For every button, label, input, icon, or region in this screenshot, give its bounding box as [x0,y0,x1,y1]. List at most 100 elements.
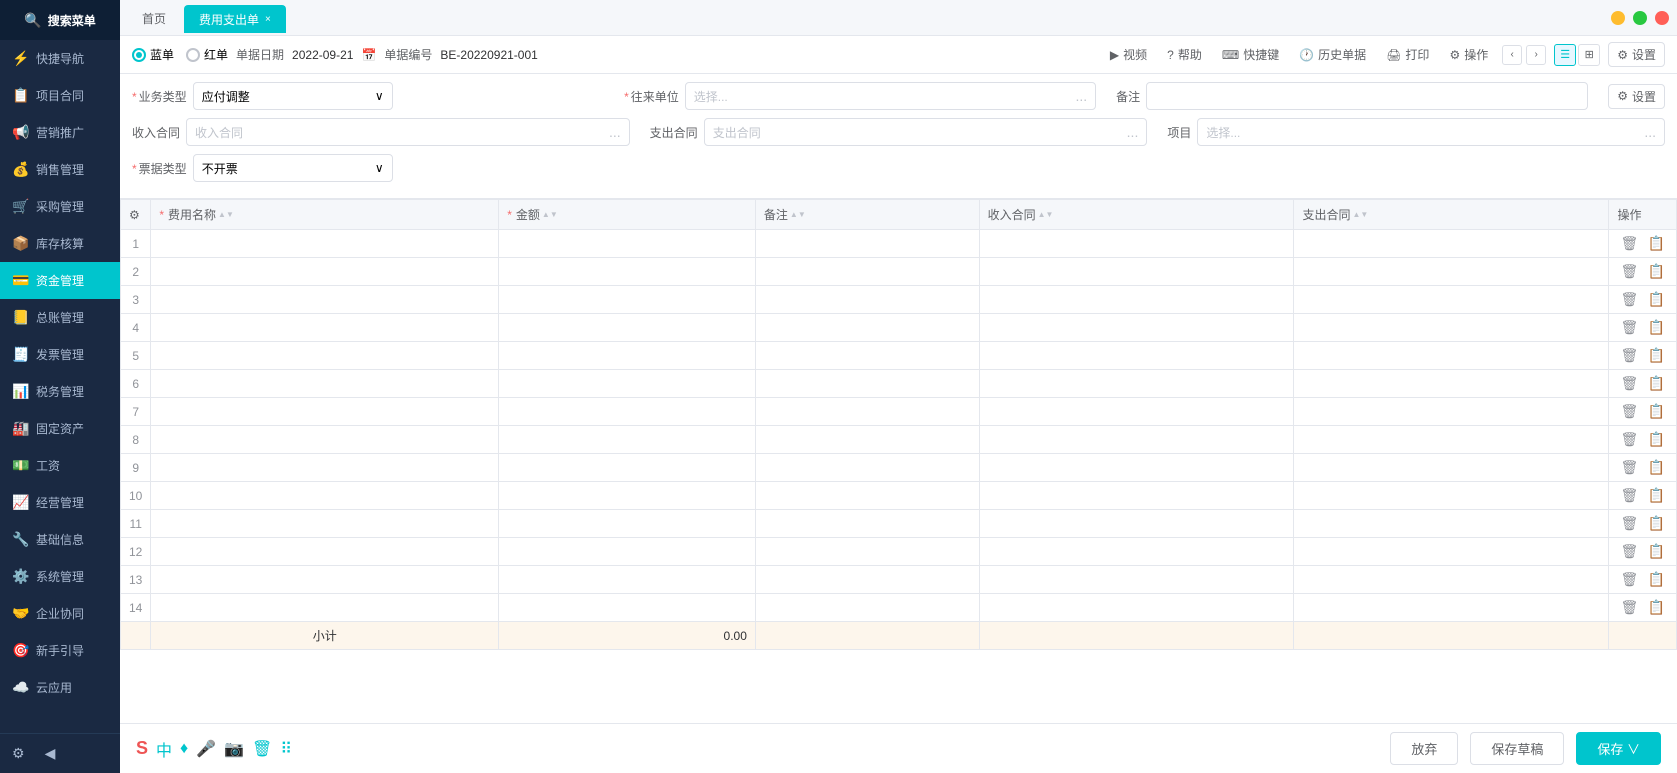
row-expense-name[interactable] [151,566,499,594]
row-expense-contract[interactable] [1294,594,1609,622]
row-expense-name[interactable] [151,258,499,286]
row-copy-icon[interactable]: 📋 [1648,459,1665,475]
row-copy-icon[interactable]: 📋 [1648,235,1665,251]
row-income-contract[interactable] [979,566,1294,594]
row-delete-icon[interactable]: 🗑 [1620,403,1638,419]
row-copy-icon[interactable]: 📋 [1648,543,1665,559]
row-notes[interactable] [755,370,979,398]
row-income-contract[interactable] [979,510,1294,538]
row-income-contract[interactable] [979,482,1294,510]
row-amount[interactable] [499,566,756,594]
action-operate[interactable]: ⚙ 操作 [1443,44,1494,65]
sidebar-item-base-info[interactable]: 🔧 基础信息 [0,521,120,558]
row-expense-contract[interactable] [1294,398,1609,426]
row-income-contract[interactable] [979,426,1294,454]
row-expense-contract[interactable] [1294,258,1609,286]
sidebar-item-corp-coop[interactable]: 🤝 企业协同 [0,595,120,632]
row-amount[interactable] [499,314,756,342]
business-type-select[interactable]: 应付调整 ∨ [193,82,393,110]
row-income-contract[interactable] [979,314,1294,342]
radio-red-bill[interactable]: 红单 [186,46,228,63]
row-expense-name[interactable] [151,230,499,258]
project-input[interactable]: 选择... ... [1197,118,1665,146]
row-copy-icon[interactable]: 📋 [1648,487,1665,503]
maximize-button[interactable]: □ [1633,11,1647,25]
row-amount[interactable] [499,398,756,426]
sidebar-item-tax[interactable]: 📊 税务管理 [0,373,120,410]
save-button[interactable]: 保存 ∨ [1576,732,1661,765]
row-delete-icon[interactable]: 🗑 [1620,543,1638,559]
sidebar-item-salary[interactable]: 💵 工资 [0,447,120,484]
th-expense-name[interactable]: * 费用名称 ▲▼ [151,200,499,230]
row-expense-contract[interactable] [1294,370,1609,398]
row-income-contract[interactable] [979,286,1294,314]
row-expense-contract[interactable] [1294,286,1609,314]
row-expense-name[interactable] [151,398,499,426]
row-delete-icon[interactable]: 🗑 [1620,431,1638,447]
row-income-contract[interactable] [979,230,1294,258]
row-amount[interactable] [499,370,756,398]
row-delete-icon[interactable]: 🗑 [1620,599,1638,615]
row-income-contract[interactable] [979,370,1294,398]
sidebar-item-invoice[interactable]: 🧾 发票管理 [0,336,120,373]
save-draft-button[interactable]: 保存草稿 [1470,732,1564,765]
row-income-contract[interactable] [979,342,1294,370]
th-expense-contract[interactable]: 支出合同 ▲▼ [1294,200,1609,230]
row-expense-contract[interactable] [1294,566,1609,594]
view-list-button[interactable]: ☰ [1554,44,1576,66]
sidebar-item-capital[interactable]: 💳 资金管理 [0,262,120,299]
row-expense-name[interactable] [151,426,499,454]
row-expense-name[interactable] [151,594,499,622]
row-expense-name[interactable] [151,286,499,314]
sidebar-item-marketing[interactable]: 📢 营销推广 [0,114,120,151]
tab-home[interactable]: 首页 [128,5,180,33]
row-copy-icon[interactable]: 📋 [1648,571,1665,587]
row-expense-contract[interactable] [1294,342,1609,370]
row-amount[interactable] [499,286,756,314]
settings-right-button[interactable]: ⚙ 设置 [1608,84,1665,109]
row-notes[interactable] [755,258,979,286]
row-copy-icon[interactable]: 📋 [1648,263,1665,279]
row-expense-name[interactable] [151,342,499,370]
tab-expense-bill[interactable]: 费用支出单 × [184,5,286,33]
sidebar-item-fixed-assets[interactable]: 🏭 固定资产 [0,410,120,447]
row-copy-icon[interactable]: 📋 [1648,403,1665,419]
row-notes[interactable] [755,482,979,510]
row-income-contract[interactable] [979,258,1294,286]
action-video[interactable]: ▶ 视频 [1104,44,1153,65]
row-delete-icon[interactable]: 🗑 [1620,459,1638,475]
nav-next-button[interactable]: › [1526,45,1546,65]
row-copy-icon[interactable]: 📋 [1648,431,1665,447]
row-expense-contract[interactable] [1294,230,1609,258]
row-amount[interactable] [499,538,756,566]
row-amount[interactable] [499,454,756,482]
row-expense-name[interactable] [151,538,499,566]
row-notes[interactable] [755,230,979,258]
row-copy-icon[interactable]: 📋 [1648,291,1665,307]
row-expense-contract[interactable] [1294,314,1609,342]
sidebar-item-inventory[interactable]: 📦 库存核算 [0,225,120,262]
income-contract-input[interactable]: 收入合同 ... [186,118,630,146]
close-button[interactable]: × [1655,11,1669,25]
row-delete-icon[interactable]: 🗑 [1620,263,1638,279]
row-expense-name[interactable] [151,314,499,342]
row-delete-icon[interactable]: 🗑 [1620,235,1638,251]
row-expense-contract[interactable] [1294,426,1609,454]
row-copy-icon[interactable]: 📋 [1648,515,1665,531]
row-expense-name[interactable] [151,370,499,398]
discard-button[interactable]: 放弃 [1390,732,1458,765]
row-notes[interactable] [755,286,979,314]
row-notes[interactable] [755,454,979,482]
sidebar-item-project-contract[interactable]: 📋 项目合同 [0,77,120,114]
nav-prev-button[interactable]: ‹ [1502,45,1522,65]
th-notes[interactable]: 备注 ▲▼ [755,200,979,230]
row-expense-contract[interactable] [1294,482,1609,510]
sidebar-item-cloud-apps[interactable]: ☁️ 云应用 [0,669,120,706]
row-notes[interactable] [755,538,979,566]
tab-close-icon[interactable]: × [265,14,271,25]
sidebar-item-ledger[interactable]: 📒 总账管理 [0,299,120,336]
minimize-button[interactable]: − [1611,11,1625,25]
row-income-contract[interactable] [979,398,1294,426]
row-copy-icon[interactable]: 📋 [1648,599,1665,615]
view-grid-button[interactable]: ⊞ [1578,44,1600,66]
